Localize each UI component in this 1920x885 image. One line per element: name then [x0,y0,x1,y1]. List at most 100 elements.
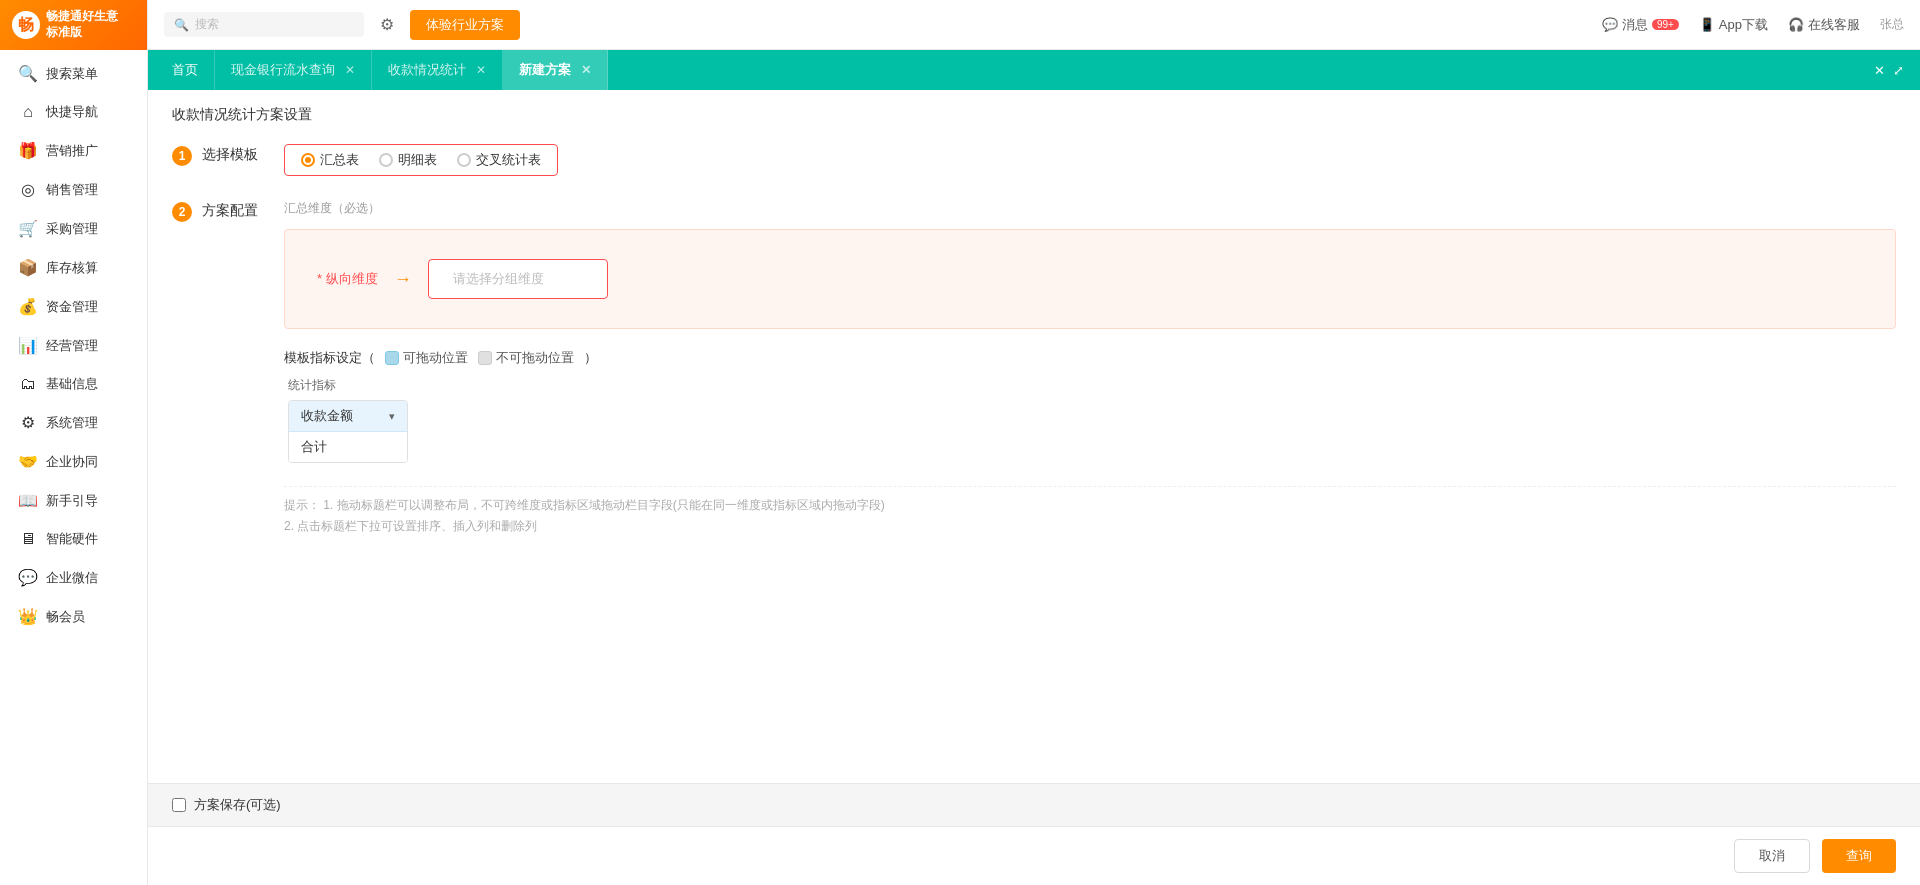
metric-chevron-icon: ▾ [389,410,395,423]
app-download-item[interactable]: 📱 App下载 [1699,16,1768,34]
tab-bank-flow[interactable]: 现金银行流水查询 ✕ [215,50,372,90]
non-draggable-toggle: 不可拖动位置 [478,349,574,367]
sidebar-item-label: 销售管理 [46,181,98,199]
sidebar-item-newbie[interactable]: 📖 新手引导 [0,481,147,520]
sidebar-logo: 畅 畅捷通好生意 标准版 [0,0,147,50]
logo-text: 畅捷通好生意 [46,9,118,25]
sidebar-item-finance[interactable]: 💰 资金管理 [0,287,147,326]
sidebar-item-label: 营销推广 [46,142,98,160]
sidebar-item-inventory[interactable]: 📦 库存核算 [0,248,147,287]
step2-section: 2 方案配置 汇总维度（必选） * 纵向维度 → 请选择分组维度 [172,200,1896,549]
sidebar-item-quick-nav[interactable]: ⌂ 快捷导航 [0,93,147,131]
sidebar-item-operations[interactable]: 📊 经营管理 [0,326,147,365]
tab-receipt-stats[interactable]: 收款情况统计 ✕ [372,50,503,90]
corp-collab-icon: 🤝 [18,452,38,471]
sidebar-item-corp-collab[interactable]: 🤝 企业协同 [0,442,147,481]
draggable-toggle: 可拖动位置 [385,349,468,367]
inventory-icon: 📦 [18,258,38,277]
tab-new-plan-close[interactable]: ✕ [581,63,591,77]
template-radio-group: 汇总表 明细表 交叉统计表 [284,144,558,176]
settings-icon[interactable]: ⚙ [380,15,394,34]
metric-group-label: 统计指标 [288,377,1896,394]
indicator-section: 模板指标设定（ 可拖动位置 不可拖动位置 ） [284,349,1896,466]
indicator-label-row: 模板指标设定（ 可拖动位置 不可拖动位置 ） [284,349,1896,367]
sidebar-item-search-menu[interactable]: 🔍 搜索菜单 [0,54,147,93]
newbie-icon: 📖 [18,491,38,510]
online-support-label: 在线客服 [1808,16,1860,34]
sidebar-item-member[interactable]: 👑 畅会员 [0,597,147,636]
sidebar-item-base-info[interactable]: 🗂 基础信息 [0,365,147,403]
dim-arrow-icon: → [394,269,412,290]
tab-bar: 首页 现金银行流水查询 ✕ 收款情况统计 ✕ 新建方案 ✕ ✕ ⤢ [148,50,1920,90]
operations-icon: 📊 [18,336,38,355]
sidebar-item-purchase[interactable]: 🛒 采购管理 [0,209,147,248]
topbar-search-box[interactable]: 🔍 搜索 [164,12,364,37]
sidebar-item-label: 企业协同 [46,453,98,471]
metric-table: 收款金额 ▾ 合计 [288,400,408,463]
hint-item-2: 2. 点击标题栏下拉可设置排序、插入列和删除列 [284,518,1896,535]
sidebar-item-marketing[interactable]: 🎁 营销推广 [0,131,147,170]
sidebar-item-sales[interactable]: ◎ 销售管理 [0,170,147,209]
tab-bank-flow-label: 现金银行流水查询 [231,61,335,79]
tab-receipt-stats-label: 收款情况统计 [388,61,466,79]
page-title: 收款情况统计方案设置 [172,106,1896,124]
tab-bank-flow-close[interactable]: ✕ [345,63,355,77]
step2-label: 方案配置 [202,202,258,220]
content-area: 收款情况统计方案设置 1 选择模板 汇总表 明细表 交叉统计 [148,90,1920,885]
smart-hw-icon: 🖥 [18,530,38,548]
save-option-label: 方案保存(可选) [194,796,281,814]
notification-label: 消息 [1622,16,1648,34]
username-label: 张总 [1880,16,1904,33]
sidebar-item-corp-wechat[interactable]: 💬 企业微信 [0,558,147,597]
sidebar-item-label: 智能硬件 [46,530,98,548]
save-option-bar: 方案保存(可选) [148,783,1920,826]
main-area: 🔍 搜索 ⚙ 体验行业方案 💬 消息 99+ 📱 App下载 🎧 在线客服 张总… [148,0,1920,885]
sidebar-item-label: 搜索菜单 [46,65,98,83]
trial-btn[interactable]: 体验行业方案 [410,10,520,40]
radio-summary[interactable]: 汇总表 [301,151,359,169]
online-support-item[interactable]: 🎧 在线客服 [1788,16,1860,34]
tab-close-window-icon[interactable]: ✕ [1874,63,1885,78]
marketing-icon: 🎁 [18,141,38,160]
sidebar-item-label: 采购管理 [46,220,98,238]
dim-select-box[interactable]: 请选择分组维度 [428,259,608,299]
tab-new-plan[interactable]: 新建方案 ✕ [503,50,608,90]
sidebar-item-label: 畅会员 [46,608,85,626]
sidebar-item-label: 新手引导 [46,492,98,510]
sidebar-item-label: 基础信息 [46,375,98,393]
tab-receipt-stats-close[interactable]: ✕ [476,63,486,77]
radio-summary-circle [301,153,315,167]
tab-expand-icon[interactable]: ⤢ [1893,63,1904,78]
radio-summary-label: 汇总表 [320,151,359,169]
message-icon: 💬 [1602,17,1618,32]
sidebar-item-label: 快捷导航 [46,103,98,121]
sidebar-item-smart-hw[interactable]: 🖥 智能硬件 [0,520,147,558]
cancel-button[interactable]: 取消 [1734,839,1810,873]
support-icon: 🎧 [1788,17,1804,32]
sidebar-item-label: 系统管理 [46,414,98,432]
app-download-label: App下载 [1719,16,1768,34]
draggable-dot [385,351,399,365]
sidebar-item-sys-mgmt[interactable]: ⚙ 系统管理 [0,403,147,442]
sidebar-item-label: 库存核算 [46,259,98,277]
vertical-dim-label: * 纵向维度 [317,270,378,288]
query-button[interactable]: 查询 [1822,839,1896,873]
notification-badge: 99+ [1652,19,1679,30]
radio-cross-label: 交叉统计表 [476,151,541,169]
metric-table-header[interactable]: 收款金额 ▾ [289,401,407,432]
radio-detail-circle [379,153,393,167]
logo-icon: 畅 [12,11,40,39]
radio-detail[interactable]: 明细表 [379,151,437,169]
dim-select-placeholder: 请选择分组维度 [453,270,544,288]
radio-detail-label: 明细表 [398,151,437,169]
metric-header-label: 收款金额 [301,407,353,425]
quick-nav-icon: ⌂ [18,103,38,121]
save-checkbox[interactable] [172,798,186,812]
base-info-icon: 🗂 [18,375,38,393]
tab-home[interactable]: 首页 [156,50,215,90]
sidebar-item-label: 资金管理 [46,298,98,316]
logo-edition: 标准版 [46,25,118,41]
notification-item[interactable]: 💬 消息 99+ [1602,16,1679,34]
radio-cross[interactable]: 交叉统计表 [457,151,541,169]
topbar: 🔍 搜索 ⚙ 体验行业方案 💬 消息 99+ 📱 App下载 🎧 在线客服 张总 [148,0,1920,50]
